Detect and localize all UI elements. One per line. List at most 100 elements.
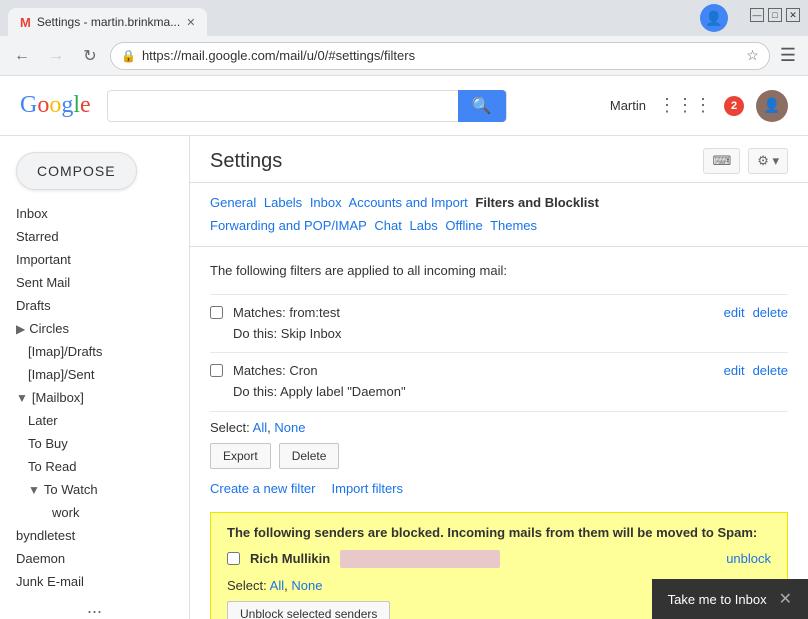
filter-1-matches-value: from:test [289, 305, 340, 320]
tab-labs[interactable]: Labs [410, 218, 438, 233]
create-filter-link[interactable]: Create a new filter [210, 481, 316, 496]
sidebar-item-daemon[interactable]: Daemon [0, 547, 181, 570]
blocked-1-email-redacted [340, 550, 500, 568]
chrome-menu-button[interactable]: ☰ [776, 41, 800, 70]
browser-tab[interactable]: M Settings - martin.brinkma... ✕ [8, 8, 207, 36]
imap-sent-label: [Imap]/Sent [28, 367, 94, 382]
select-all-link[interactable]: All [253, 420, 267, 435]
more-button[interactable]: ... [0, 593, 189, 619]
profile-icon-top: 👤 [700, 4, 728, 32]
google-header: Google 🔍 Martin ⋮⋮⋮ 2 👤 [0, 76, 808, 136]
blocked-1-checkbox[interactable] [227, 552, 240, 565]
blocked-select-all-link[interactable]: All [270, 578, 284, 593]
delete-button[interactable]: Delete [279, 443, 340, 469]
filter-1-text: Matches: from:test Do this: Skip Inbox [233, 303, 714, 345]
sidebar-item-towatch[interactable]: ▼ To Watch [0, 478, 181, 501]
url-text: https://mail.google.com/mail/u/0/#settin… [142, 48, 740, 63]
sidebar-item-important[interactable]: Important [0, 248, 181, 271]
inbox-banner: Take me to Inbox ✕ [652, 579, 808, 619]
title-bar: M Settings - martin.brinkma... ✕ 👤 — □ ✕ [0, 0, 808, 36]
byndletest-label: byndletest [16, 528, 75, 543]
tab-themes[interactable]: Themes [490, 218, 537, 233]
circles-label: Circles [29, 321, 69, 336]
sidebar-item-junk[interactable]: Junk E-mail [0, 570, 181, 593]
avatar-image: 👤 [763, 97, 780, 114]
sidebar-item-work[interactable]: work [0, 501, 181, 524]
more-dots-label: ... [87, 597, 102, 617]
settings-title: Settings [210, 150, 282, 173]
reload-button[interactable]: ↻ [76, 42, 104, 70]
filter-2-text: Matches: Cron Do this: Apply label "Daem… [233, 361, 714, 403]
unblock-selected-button[interactable]: Unblock selected senders [227, 601, 390, 619]
tab-chat[interactable]: Chat [374, 218, 401, 233]
inbox-banner-label[interactable]: Take me to Inbox [668, 592, 767, 607]
inbox-label: Inbox [16, 206, 48, 221]
forward-button[interactable]: → [42, 42, 70, 70]
tab-offline[interactable]: Offline [445, 218, 482, 233]
import-filters-link[interactable]: Import filters [332, 481, 404, 496]
sidebar-item-mailbox[interactable]: ▼ [Mailbox] [0, 386, 181, 409]
blocked-select-none-link[interactable]: None [291, 578, 322, 593]
avatar[interactable]: 👤 [756, 90, 788, 122]
filter-1-checkbox[interactable] [210, 306, 223, 319]
blocked-select-label: Select: [227, 578, 267, 593]
search-area[interactable]: 🔍 [107, 90, 507, 122]
google-logo: Google [20, 92, 91, 119]
sidebar-item-tobuy[interactable]: To Buy [0, 432, 181, 455]
unblock-1-link[interactable]: unblock [726, 551, 771, 566]
minimize-button[interactable]: — [750, 8, 764, 22]
tab-general[interactable]: General [210, 195, 256, 210]
sidebar-item-inbox[interactable]: Inbox [0, 202, 181, 225]
blocked-title: The following senders are blocked. Incom… [227, 525, 771, 540]
sidebar-item-toread[interactable]: To Read [0, 455, 181, 478]
tab-close-button[interactable]: ✕ [186, 16, 195, 29]
tab-filters-blocklist[interactable]: Filters and Blocklist [475, 195, 599, 210]
filter-2-delete-link[interactable]: delete [753, 363, 788, 378]
keyboard-shortcuts-button[interactable]: ⌨ [703, 148, 740, 174]
filters-content: The following filters are applied to all… [190, 247, 808, 619]
sidebar-item-imap-drafts[interactable]: [Imap]/Drafts [0, 340, 181, 363]
sidebar-item-byndletest[interactable]: byndletest [0, 524, 181, 547]
filters-description: The following filters are applied to all… [210, 263, 788, 278]
search-button[interactable]: 🔍 [458, 90, 506, 122]
sidebar-item-drafts[interactable]: Drafts [0, 294, 181, 317]
compose-button[interactable]: COMPOSE [16, 152, 137, 190]
sidebar-item-later[interactable]: Later [0, 409, 181, 432]
starred-label: Starred [16, 229, 59, 244]
sidebar-item-sent[interactable]: Sent Mail [0, 271, 181, 294]
filter-2-checkbox[interactable] [210, 364, 223, 377]
notification-badge[interactable]: 2 [724, 96, 744, 116]
settings-gear-button[interactable]: ⚙ ▾ [748, 148, 788, 174]
drafts-label: Drafts [16, 298, 51, 313]
sidebar-item-imap-sent[interactable]: [Imap]/Sent [0, 363, 181, 386]
close-button[interactable]: ✕ [786, 8, 800, 22]
window-controls: — □ ✕ [750, 8, 800, 22]
tab-labels[interactable]: Labels [264, 195, 302, 210]
filter-1-edit-link[interactable]: edit [724, 305, 745, 320]
search-input[interactable] [108, 98, 458, 113]
tab-favicon: M [20, 15, 31, 30]
export-button[interactable]: Export [210, 443, 271, 469]
user-name: Martin [610, 98, 646, 113]
maximize-button[interactable]: □ [768, 8, 782, 22]
url-bar[interactable]: 🔒 https://mail.google.com/mail/u/0/#sett… [110, 42, 770, 70]
blocked-1-name: Rich Mullikin [250, 551, 330, 566]
daemon-label: Daemon [16, 551, 65, 566]
select-none-link[interactable]: None [274, 420, 305, 435]
sidebar-item-circles[interactable]: ▶ Circles [0, 317, 181, 340]
filter-1-delete-link[interactable]: delete [753, 305, 788, 320]
star-icon[interactable]: ☆ [746, 47, 759, 64]
tab-accounts-import[interactable]: Accounts and Import [349, 195, 468, 210]
towatch-expand-icon: ▼ [28, 483, 40, 497]
filter-2-edit-link[interactable]: edit [724, 363, 745, 378]
tab-forwarding-pop[interactable]: Forwarding and POP/IMAP [210, 218, 367, 233]
address-bar: ← → ↻ 🔒 https://mail.google.com/mail/u/0… [0, 36, 808, 76]
apps-grid-icon[interactable]: ⋮⋮⋮ [658, 95, 712, 116]
tab-inbox[interactable]: Inbox [310, 195, 342, 210]
sent-label: Sent Mail [16, 275, 70, 290]
sidebar-item-starred[interactable]: Starred [0, 225, 181, 248]
main-layout: COMPOSE Inbox Starred Important Sent Mai… [0, 136, 808, 619]
back-button[interactable]: ← [8, 42, 36, 70]
action-buttons: Export Delete [210, 443, 788, 469]
inbox-banner-close[interactable]: ✕ [779, 589, 792, 609]
